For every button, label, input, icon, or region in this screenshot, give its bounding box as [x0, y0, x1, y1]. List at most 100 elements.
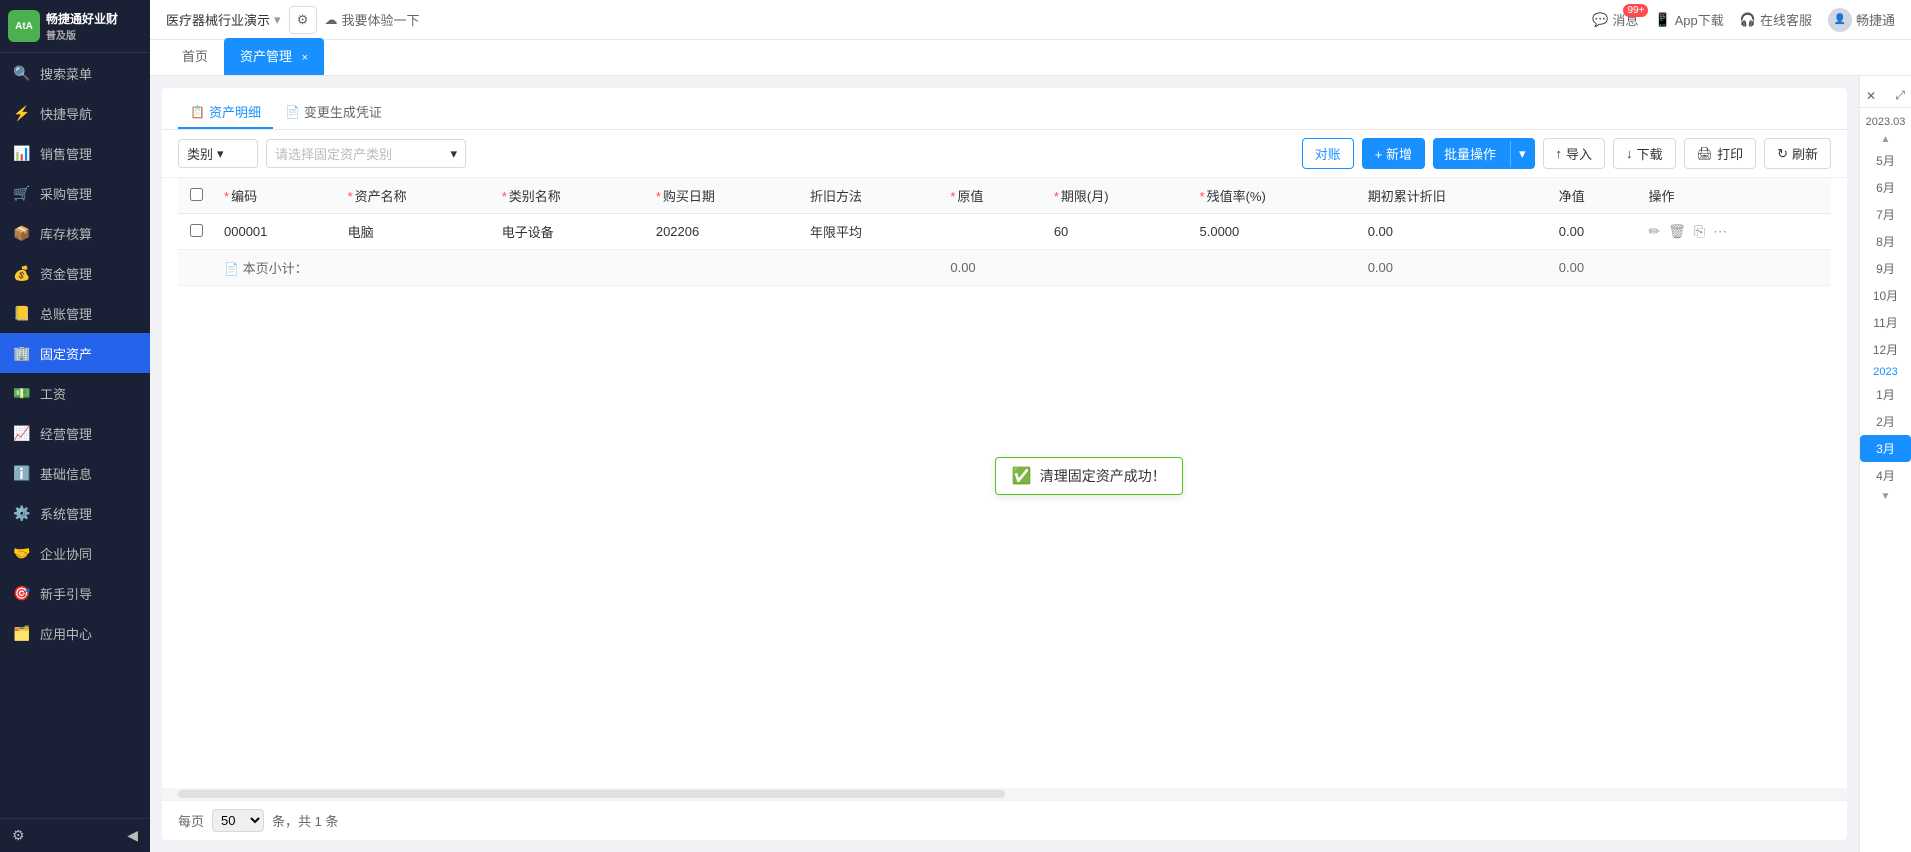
reconcile-button[interactable]: 对账: [1302, 138, 1354, 169]
col-category: *类别名称: [492, 178, 646, 214]
sidebar-footer: ⚙ ◀: [0, 818, 150, 852]
month-12[interactable]: 12月: [1860, 336, 1911, 363]
month-11[interactable]: 11月: [1860, 309, 1911, 336]
sidebar-item-label: 快捷导航: [40, 104, 92, 123]
delete-icon[interactable]: 🗑: [1668, 223, 1686, 240]
tab-asset-label: 资产管理: [240, 49, 292, 64]
inner-tab-asset-detail-label: 资产明细: [209, 102, 261, 121]
sidebar-item-purchase[interactable]: 🛒 采购管理: [0, 173, 150, 213]
import-icon: ↑: [1556, 146, 1563, 161]
company-selector[interactable]: 医疗器械行业演示 ▾: [166, 10, 281, 29]
right-panel-close-icon[interactable]: ✕: [1866, 89, 1876, 103]
experience-button[interactable]: ☁ 我要体验一下: [325, 10, 420, 29]
batch-chevron-icon[interactable]: ▾: [1510, 141, 1534, 167]
sidebar-item-quick-nav[interactable]: ⚡ 快捷导航: [0, 93, 150, 133]
main-card: 📋 资产明细 📄 变更生成凭证 类别 ▾: [162, 88, 1847, 840]
right-panel-expand-icon[interactable]: ⤢: [1895, 88, 1905, 103]
sidebar-item-search[interactable]: 🔍 搜索菜单: [0, 53, 150, 93]
voucher-icon: 📄: [285, 105, 300, 119]
sidebar-item-sales[interactable]: 📊 销售管理: [0, 133, 150, 173]
month-10[interactable]: 10月: [1860, 282, 1911, 309]
copy-icon[interactable]: ⎘: [1694, 223, 1705, 240]
new-button[interactable]: + 新增: [1362, 138, 1425, 169]
col-name: *资产名称: [338, 178, 492, 214]
toolbar-right: 对账 + 新增 批量操作 ▾ ↑ 导入: [1302, 138, 1831, 169]
batch-operation-button[interactable]: 批量操作 ▾: [1433, 138, 1535, 169]
new-label: + 新增: [1375, 144, 1412, 163]
operations-icon: 📈: [12, 423, 32, 443]
month-3-active[interactable]: 3月: [1860, 435, 1911, 462]
content-main: 📋 资产明细 📄 变更生成凭证 类别 ▾: [150, 76, 1859, 852]
online-service-label: 在线客服: [1760, 10, 1812, 29]
app-download-button[interactable]: 📱 App下载: [1654, 10, 1723, 29]
online-service-button[interactable]: 🎧 在线客服: [1740, 10, 1812, 29]
tab-close-icon[interactable]: ×: [302, 52, 308, 64]
print-button[interactable]: 🖨 打印: [1684, 138, 1757, 169]
company-settings-button[interactable]: ⚙: [289, 6, 317, 34]
more-icon[interactable]: ⋯: [1713, 223, 1727, 240]
user-profile[interactable]: 👤 畅捷通: [1828, 8, 1895, 32]
sidebar-item-system[interactable]: ⚙️ 系统管理: [0, 493, 150, 533]
success-toast: ✅ 清理固定资产成功！: [995, 457, 1183, 495]
down-arrow-icon[interactable]: ▼: [1879, 489, 1893, 504]
month-2[interactable]: 2月: [1860, 408, 1911, 435]
sidebar-item-guide[interactable]: 🎯 新手引导: [0, 573, 150, 613]
app-title: 畅捷通好业财: [46, 10, 118, 27]
sidebar-item-collab[interactable]: 🤝 企业协同: [0, 533, 150, 573]
toolbar-left: 类别 ▾ 请选择固定资产类别 ▾: [178, 139, 466, 168]
page-size-select[interactable]: 50 100 200: [212, 809, 264, 832]
month-9[interactable]: 9月: [1860, 255, 1911, 282]
sidebar-item-app-center[interactable]: 🗂️ 应用中心: [0, 613, 150, 653]
sidebar-item-fixed-assets[interactable]: 🏢 固定资产: [0, 333, 150, 373]
month-4[interactable]: 4月: [1860, 462, 1911, 489]
user-avatar: 👤: [1828, 8, 1852, 32]
sidebar-item-label: 工资: [40, 384, 66, 403]
row-checkbox-cell[interactable]: [178, 214, 214, 250]
category-filter-label: 类别: [187, 144, 213, 163]
row-checkbox[interactable]: [190, 224, 203, 237]
select-all-header[interactable]: [178, 178, 214, 214]
sidebar-settings-icon[interactable]: ⚙: [12, 827, 25, 844]
inner-tab-voucher[interactable]: 📄 变更生成凭证: [273, 96, 394, 129]
col-code: *编码: [214, 178, 338, 214]
month-1[interactable]: 1月: [1860, 381, 1911, 408]
inner-tab-asset-detail[interactable]: 📋 资产明细: [178, 96, 273, 129]
category-filter[interactable]: 类别 ▾: [178, 139, 258, 168]
col-purchase-date: *购买日期: [646, 178, 800, 214]
month-6[interactable]: 6月: [1860, 174, 1911, 201]
category-type-filter[interactable]: 请选择固定资产类别 ▾: [266, 139, 466, 168]
import-label: 导入: [1566, 144, 1592, 163]
import-button[interactable]: ↑ 导入: [1543, 138, 1606, 169]
select-all-checkbox[interactable]: [190, 188, 203, 201]
tab-asset-management[interactable]: 资产管理 ×: [224, 38, 324, 75]
message-button[interactable]: 💬 消息 99+: [1592, 10, 1638, 29]
month-7[interactable]: 7月: [1860, 201, 1911, 228]
month-5[interactable]: 5月: [1860, 147, 1911, 174]
service-icon: 🎧: [1740, 12, 1756, 28]
inventory-icon: 📦: [12, 223, 32, 243]
edit-icon[interactable]: ✏: [1648, 223, 1660, 240]
horizontal-scrollbar[interactable]: [162, 788, 1847, 800]
sidebar-item-basic-info[interactable]: ℹ️ 基础信息: [0, 453, 150, 493]
row-purchase-date: 202206: [646, 214, 800, 250]
month-8[interactable]: 8月: [1860, 228, 1911, 255]
sidebar-item-label: 资金管理: [40, 264, 92, 283]
sidebar-item-label: 新手引导: [40, 584, 92, 603]
sidebar-collapse-icon[interactable]: ◀: [127, 827, 138, 844]
cloud-icon: ☁: [325, 12, 338, 28]
sidebar-item-salary[interactable]: 💵 工资: [0, 373, 150, 413]
refresh-button[interactable]: ↻ 刷新: [1764, 138, 1831, 169]
sidebar-item-ledger[interactable]: 📒 总账管理: [0, 293, 150, 333]
download-button[interactable]: ↓ 下载: [1613, 138, 1676, 169]
category-chevron-icon: ▾: [217, 146, 224, 162]
app-version: 普及版: [46, 27, 118, 42]
up-arrow-icon[interactable]: ▲: [1879, 132, 1893, 147]
sidebar-item-inventory[interactable]: 📦 库存核算: [0, 213, 150, 253]
sidebar-item-finance[interactable]: 💰 资金管理: [0, 253, 150, 293]
print-icon: 🖨: [1697, 146, 1714, 162]
table-container: *编码 *资产名称 *类别名称 *购买日期 折旧方法 *原值 *期限(月) *残…: [162, 178, 1847, 788]
row-name: 电脑: [338, 214, 492, 250]
tab-home[interactable]: 首页: [166, 38, 224, 75]
quick-nav-icon: ⚡: [12, 103, 32, 123]
sidebar-item-operations[interactable]: 📈 经营管理: [0, 413, 150, 453]
